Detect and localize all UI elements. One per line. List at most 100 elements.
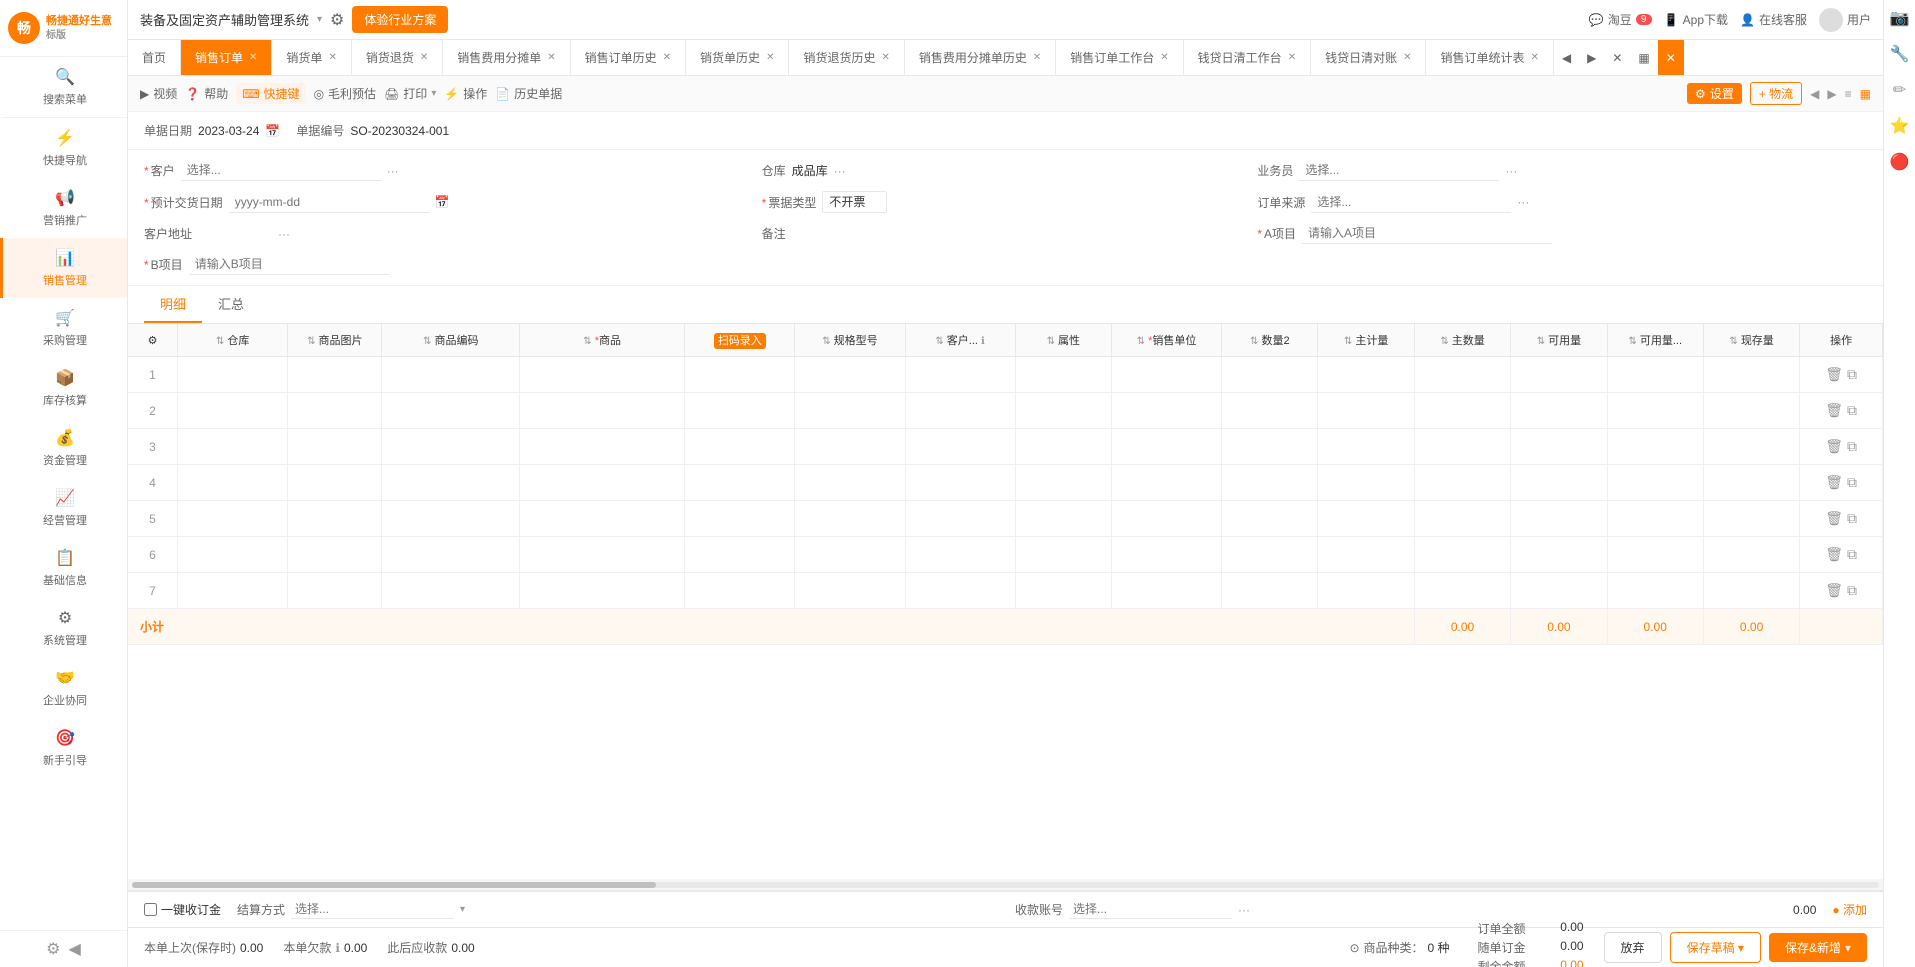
- delete-row-2-icon[interactable]: 🗑: [1825, 402, 1843, 419]
- tab-close-icon[interactable]: ✕: [420, 52, 428, 63]
- settings-panel-button[interactable]: ⚙ 设置: [1687, 83, 1742, 104]
- tab-cost-split[interactable]: 销售费用分摊单 ✕: [443, 40, 570, 76]
- row-main-unit-5[interactable]: [1318, 501, 1414, 537]
- row-image-1[interactable]: [288, 357, 382, 393]
- row-main-unit-6[interactable]: [1318, 537, 1414, 573]
- discard-button[interactable]: 放弃: [1604, 932, 1662, 963]
- online-service-button[interactable]: 👤 在线客服: [1740, 11, 1807, 28]
- tab-close-icon[interactable]: ✕: [766, 52, 774, 63]
- save-new-button[interactable]: 保存&新增 ▾: [1769, 933, 1867, 962]
- row-attr-1[interactable]: [1015, 357, 1111, 393]
- save-draft-button[interactable]: 保存草稿 ▾: [1670, 932, 1761, 963]
- order-source-expand-icon[interactable]: ···: [1517, 195, 1529, 209]
- copy-row-5-icon[interactable]: ⧉: [1847, 510, 1857, 527]
- row-stock-6[interactable]: [1703, 537, 1799, 573]
- delete-row-7-icon[interactable]: 🗑: [1825, 582, 1843, 599]
- row-spec-4[interactable]: [795, 465, 905, 501]
- row-product-1[interactable]: [520, 357, 685, 393]
- col-header-gear[interactable]: ⚙: [128, 324, 178, 357]
- row-scan-6[interactable]: [685, 537, 795, 573]
- row-attr-7[interactable]: [1015, 573, 1111, 609]
- payment-method-input[interactable]: [291, 900, 454, 919]
- bank-expand-icon[interactable]: ···: [1238, 903, 1250, 917]
- row-stock-7[interactable]: [1703, 573, 1799, 609]
- right-panel-icon-3[interactable]: ✏: [1893, 80, 1906, 100]
- salesperson-input[interactable]: [1299, 160, 1499, 181]
- right-panel-icon-5[interactable]: 🔴: [1890, 152, 1910, 172]
- help-button[interactable]: ❓ 帮助: [185, 85, 228, 102]
- tab-close-icon[interactable]: ✕: [1531, 52, 1539, 63]
- row-avail2-6[interactable]: [1607, 537, 1703, 573]
- tab-close-icon[interactable]: ✕: [1160, 52, 1168, 63]
- operate-button[interactable]: ⚡ 操作: [444, 85, 487, 102]
- row-attr-6[interactable]: [1015, 537, 1111, 573]
- row-image-4[interactable]: [288, 465, 382, 501]
- quick-checkout-checkbox[interactable]: [144, 903, 157, 916]
- row-qty2-6[interactable]: [1222, 537, 1318, 573]
- row-product-4[interactable]: [520, 465, 685, 501]
- salesperson-expand-icon[interactable]: ···: [1505, 164, 1517, 178]
- tab-summary[interactable]: 汇总: [202, 286, 260, 323]
- customer-expand-icon[interactable]: ···: [387, 164, 399, 178]
- row-avail2-4[interactable]: [1607, 465, 1703, 501]
- delivery-date-input[interactable]: [229, 192, 429, 213]
- copy-row-1-icon[interactable]: ⧉: [1847, 366, 1857, 383]
- row-scan-3[interactable]: [685, 429, 795, 465]
- order-source-input[interactable]: [1311, 192, 1511, 213]
- warehouse-expand-icon[interactable]: ···: [834, 164, 846, 178]
- tab-return-history[interactable]: 销货退货历史 ✕: [789, 40, 904, 76]
- tab-close-icon[interactable]: ✕: [249, 52, 257, 63]
- copy-row-7-icon[interactable]: ⧉: [1847, 582, 1857, 599]
- tab-order-workbench[interactable]: 销售订单工作台 ✕: [1056, 40, 1183, 76]
- tab-order-stats[interactable]: 销售订单统计表 ✕: [1426, 40, 1553, 76]
- row-product-5[interactable]: [520, 501, 685, 537]
- horizontal-scrollbar[interactable]: [128, 879, 1883, 891]
- customer-input[interactable]: [181, 160, 381, 181]
- row-stock-1[interactable]: [1703, 357, 1799, 393]
- row-stock-2[interactable]: [1703, 393, 1799, 429]
- bank-account-input[interactable]: [1069, 900, 1232, 919]
- row-qty2-1[interactable]: [1222, 357, 1318, 393]
- tab-close-icon[interactable]: ✕: [881, 52, 889, 63]
- add-goods-button[interactable]: + 物流: [1750, 82, 1802, 105]
- right-panel-icon-2[interactable]: 🔧: [1890, 44, 1910, 64]
- row-attr-3[interactable]: [1015, 429, 1111, 465]
- sidebar-item-search[interactable]: 🔍 搜索菜单: [0, 57, 127, 118]
- row-qty2-5[interactable]: [1222, 501, 1318, 537]
- print-button[interactable]: 🖨 打印 ▾: [384, 85, 436, 102]
- row-unit-2[interactable]: [1111, 393, 1221, 429]
- sidebar-item-collab[interactable]: 🤝 企业协同: [0, 658, 127, 718]
- row-scan-1[interactable]: [685, 357, 795, 393]
- row-main-unit-3[interactable]: [1318, 429, 1414, 465]
- copy-row-2-icon[interactable]: ⧉: [1847, 402, 1857, 419]
- row-code-6[interactable]: [382, 537, 520, 573]
- row-warehouse-7[interactable]: [178, 573, 288, 609]
- row-customer-4[interactable]: [905, 465, 1015, 501]
- row-warehouse-3[interactable]: [178, 429, 288, 465]
- delete-row-5-icon[interactable]: 🗑: [1825, 510, 1843, 527]
- row-code-7[interactable]: [382, 573, 520, 609]
- history-button[interactable]: 📄 历史单据: [495, 85, 562, 102]
- row-qty2-3[interactable]: [1222, 429, 1318, 465]
- row-main-qty-6[interactable]: [1414, 537, 1510, 573]
- row-warehouse-2[interactable]: [178, 393, 288, 429]
- row-product-3[interactable]: [520, 429, 685, 465]
- row-unit-3[interactable]: [1111, 429, 1221, 465]
- settings-icon[interactable]: ⚙: [330, 10, 344, 30]
- row-spec-1[interactable]: [795, 357, 905, 393]
- tab-close-all-button[interactable]: ✕: [1658, 40, 1684, 76]
- view-video-button[interactable]: ▶ 视频: [140, 85, 177, 102]
- delete-row-4-icon[interactable]: 🗑: [1825, 474, 1843, 491]
- row-spec-6[interactable]: [795, 537, 905, 573]
- row-avail2-2[interactable]: [1607, 393, 1703, 429]
- tab-close-icon[interactable]: ✕: [663, 52, 671, 63]
- tab-close-icon[interactable]: ✕: [1288, 52, 1296, 63]
- tab-close-icon[interactable]: ✕: [328, 52, 336, 63]
- a-project-input[interactable]: [1302, 223, 1552, 244]
- sidebar-item-finance[interactable]: 💰 资金管理: [0, 418, 127, 478]
- row-unit-4[interactable]: [1111, 465, 1221, 501]
- row-main-qty-1[interactable]: [1414, 357, 1510, 393]
- tab-grid-button[interactable]: ▦: [1630, 40, 1657, 76]
- row-scan-2[interactable]: [685, 393, 795, 429]
- row-avail-7[interactable]: [1511, 573, 1607, 609]
